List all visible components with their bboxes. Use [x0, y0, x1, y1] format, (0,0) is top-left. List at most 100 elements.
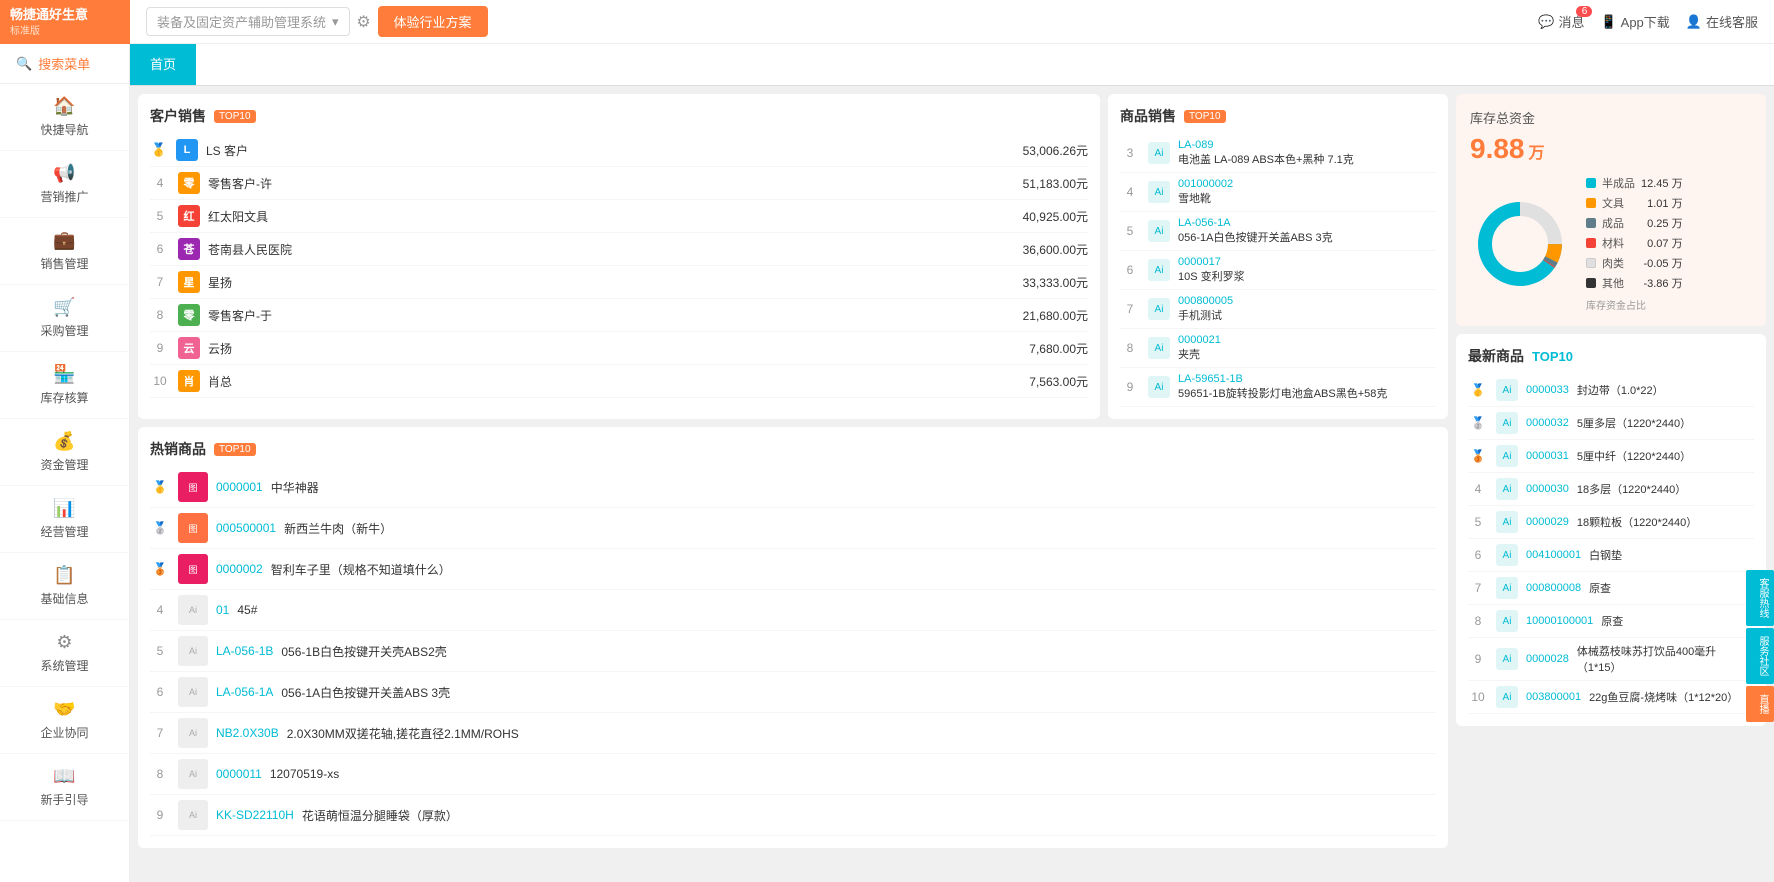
product-name-4: 雪地靴 — [1178, 190, 1436, 206]
new-icon-8: Ai — [1496, 610, 1518, 632]
search-menu[interactable]: 🔍 搜索菜单 — [0, 44, 129, 84]
product-name-9: 59651-1B旋转投影灯电池盒ABS黑色+58克 — [1178, 385, 1436, 401]
customer-amount-9: 7,680.00元 — [1029, 340, 1088, 357]
product-icon-5: Ai — [1148, 220, 1170, 242]
tab-home[interactable]: 首页 — [130, 44, 196, 85]
trial-button[interactable]: 体验行业方案 — [378, 6, 488, 37]
sidebar-label-sales: 销售管理 — [40, 255, 88, 272]
new-code-8: 10000100001 — [1526, 615, 1593, 627]
hot-products-title: 热销商品 — [150, 439, 206, 459]
system-selector[interactable]: 装备及固定资产辅助管理系统 ▾ — [146, 7, 350, 36]
new-icon-9: Ai — [1496, 648, 1518, 670]
sidebar-item-system[interactable]: ⚙ 系统管理 — [0, 620, 129, 687]
sidebar-item-base-info[interactable]: 📋 基础信息 — [0, 553, 129, 620]
product-code-8: 0000021 — [1178, 334, 1436, 346]
phone-icon: 📱 — [1600, 14, 1616, 30]
product-sales-badge: TOP10 — [1184, 110, 1226, 123]
sidebar-item-enterprise[interactable]: 🤝 企业协同 — [0, 687, 129, 754]
rank-5: 5 — [150, 209, 170, 223]
list-item: 4 Ai 0000030 18多层（1220*2440） — [1468, 473, 1754, 506]
sidebar-item-inventory[interactable]: 🏪 库存核算 — [0, 352, 129, 419]
table-row: 9 云 云扬 7,680.00元 — [150, 332, 1088, 365]
product-icon-9: Ai — [1148, 376, 1170, 398]
new-code-5: 0000029 — [1526, 516, 1569, 528]
list-item: 5 Ai 0000029 18颗粒板（1220*2440） — [1468, 506, 1754, 539]
customer-amount-4: 51,183.00元 — [1023, 175, 1088, 192]
new-icon-3: Ai — [1496, 445, 1518, 467]
product-name-5: 056-1A白色按键开关盖ABS 3克 — [1178, 229, 1436, 245]
hot-img-2: 图 — [178, 513, 208, 543]
sidebar-item-guide[interactable]: 📖 新手引导 — [0, 754, 129, 821]
sidebar-label-guide: 新手引导 — [40, 791, 88, 808]
new-name-3: 5厘中纤（1220*2440） — [1577, 448, 1691, 464]
product-name-6: 10S 变利罗浆 — [1178, 268, 1436, 284]
new-name-6: 白钢垫 — [1589, 547, 1622, 563]
hot-img-8: Ai — [178, 759, 208, 789]
operations-icon: 📊 — [53, 498, 75, 519]
sidebar-label-enterprise: 企业协同 — [40, 724, 88, 741]
sidebar-label-finance: 资金管理 — [40, 456, 88, 473]
app-download-button[interactable]: 📱 App下载 — [1600, 12, 1669, 31]
new-name-2: 5厘多层（1220*2440） — [1577, 415, 1691, 431]
hot-products-card: 热销商品 TOP10 🥇 图 0000001 中华神器 🥈 — [138, 427, 1448, 848]
new-name-7: 原查 — [1589, 580, 1611, 596]
float-live-button[interactable]: 直播 — [1746, 686, 1774, 722]
customer-name-5: 红太阳文具 — [208, 208, 1015, 225]
product-icon-8: Ai — [1148, 337, 1170, 359]
badge-10: 肖 — [178, 370, 200, 392]
legend-label-finished: 成品 — [1602, 215, 1624, 231]
legend-dot-meat — [1586, 258, 1596, 268]
float-community-button[interactable]: 服务社区 — [1746, 628, 1774, 684]
list-item: 4 Ai 01 45# — [150, 590, 1436, 631]
sidebar-item-operations[interactable]: 📊 经营管理 — [0, 486, 129, 553]
float-service-button[interactable]: 客服热线 — [1746, 570, 1774, 626]
hot-name-2: 新西兰牛肉（新牛） — [284, 520, 392, 537]
inventory-card: 库存总资金 9.88 万 — [1456, 94, 1766, 326]
hot-img-4: Ai — [178, 595, 208, 625]
float-buttons: 客服热线 服务社区 直播 — [1746, 570, 1774, 722]
table-row: 9 Ai LA-59651-1B 59651-1B旋转投影灯电池盒ABS黑色+5… — [1120, 368, 1436, 407]
message-button[interactable]: 💬 消息 6 — [1538, 12, 1584, 31]
product-name-3: 电池盖 LA-089 ABS本色+黑种 7.1克 — [1178, 151, 1436, 167]
table-row: 7 Ai 000800005 手机测试 — [1120, 290, 1436, 329]
settings-button[interactable]: ⚙ — [350, 8, 378, 36]
table-row: 6 Ai 0000017 10S 变利罗浆 — [1120, 251, 1436, 290]
inventory-unit: 万 — [1529, 139, 1545, 163]
purchase-icon: 🛒 — [53, 297, 75, 318]
sidebar-item-finance[interactable]: 💰 资金管理 — [0, 419, 129, 486]
product-icon-6: Ai — [1148, 259, 1170, 281]
new-icon-4: Ai — [1496, 478, 1518, 500]
sidebar-item-sales[interactable]: 💼 销售管理 — [0, 218, 129, 285]
sidebar-item-purchase[interactable]: 🛒 采购管理 — [0, 285, 129, 352]
message-icon: 💬 — [1538, 14, 1554, 30]
inventory-value: 9.88 万 — [1470, 133, 1752, 165]
sidebar-label-operations: 经营管理 — [40, 523, 88, 540]
inventory-chart: 半成品 12.45 万 文具 1.01 万 — [1470, 175, 1752, 312]
hot-code-3: 0000002 — [216, 562, 263, 576]
table-row: 🥇 L LS 客户 53,006.26元 — [150, 134, 1088, 167]
badge-1: L — [176, 139, 198, 161]
sidebar-label-system: 系统管理 — [40, 657, 88, 674]
service-button[interactable]: 👤 在线客服 — [1686, 12, 1758, 31]
product-code-9: LA-59651-1B — [1178, 373, 1436, 385]
hot-name-4: 45# — [237, 603, 257, 617]
sidebar-item-marketing[interactable]: 📢 营销推广 — [0, 151, 129, 218]
product-code-5: LA-056-1A — [1178, 217, 1436, 229]
new-code-3: 0000031 — [1526, 450, 1569, 462]
new-name-10: 22g鱼豆腐-烧烤味（1*12*20） — [1589, 689, 1738, 705]
sidebar-label-home: 快捷导航 — [40, 121, 88, 138]
search-menu-label: 搜索菜单 — [38, 54, 90, 73]
new-products-title: 最新商品 — [1468, 346, 1524, 366]
sidebar-item-home[interactable]: 🏠 快捷导航 — [0, 84, 129, 151]
rank-4: 4 — [150, 176, 170, 190]
list-item: 6 Ai LA-056-1A 056-1A白色按键开关盖ABS 3壳 — [150, 672, 1436, 713]
guide-icon: 📖 — [53, 766, 75, 787]
logo-name: 畅捷通好生意 — [10, 7, 88, 23]
hot-products-badge: TOP10 — [214, 443, 256, 456]
customer-top10-card: 客户销售 TOP10 🥇 L LS 客户 53,006.26元 — [138, 94, 1100, 419]
product-icon: Ai — [1148, 142, 1170, 164]
table-row: 8 零 零售客户-于 21,680.00元 — [150, 299, 1088, 332]
list-item: 8 Ai 0000011 12070519-xs — [150, 754, 1436, 795]
legend-item-meat: 肉类 -0.05 万 — [1586, 255, 1683, 271]
customer-name-7: 星扬 — [208, 274, 1015, 291]
